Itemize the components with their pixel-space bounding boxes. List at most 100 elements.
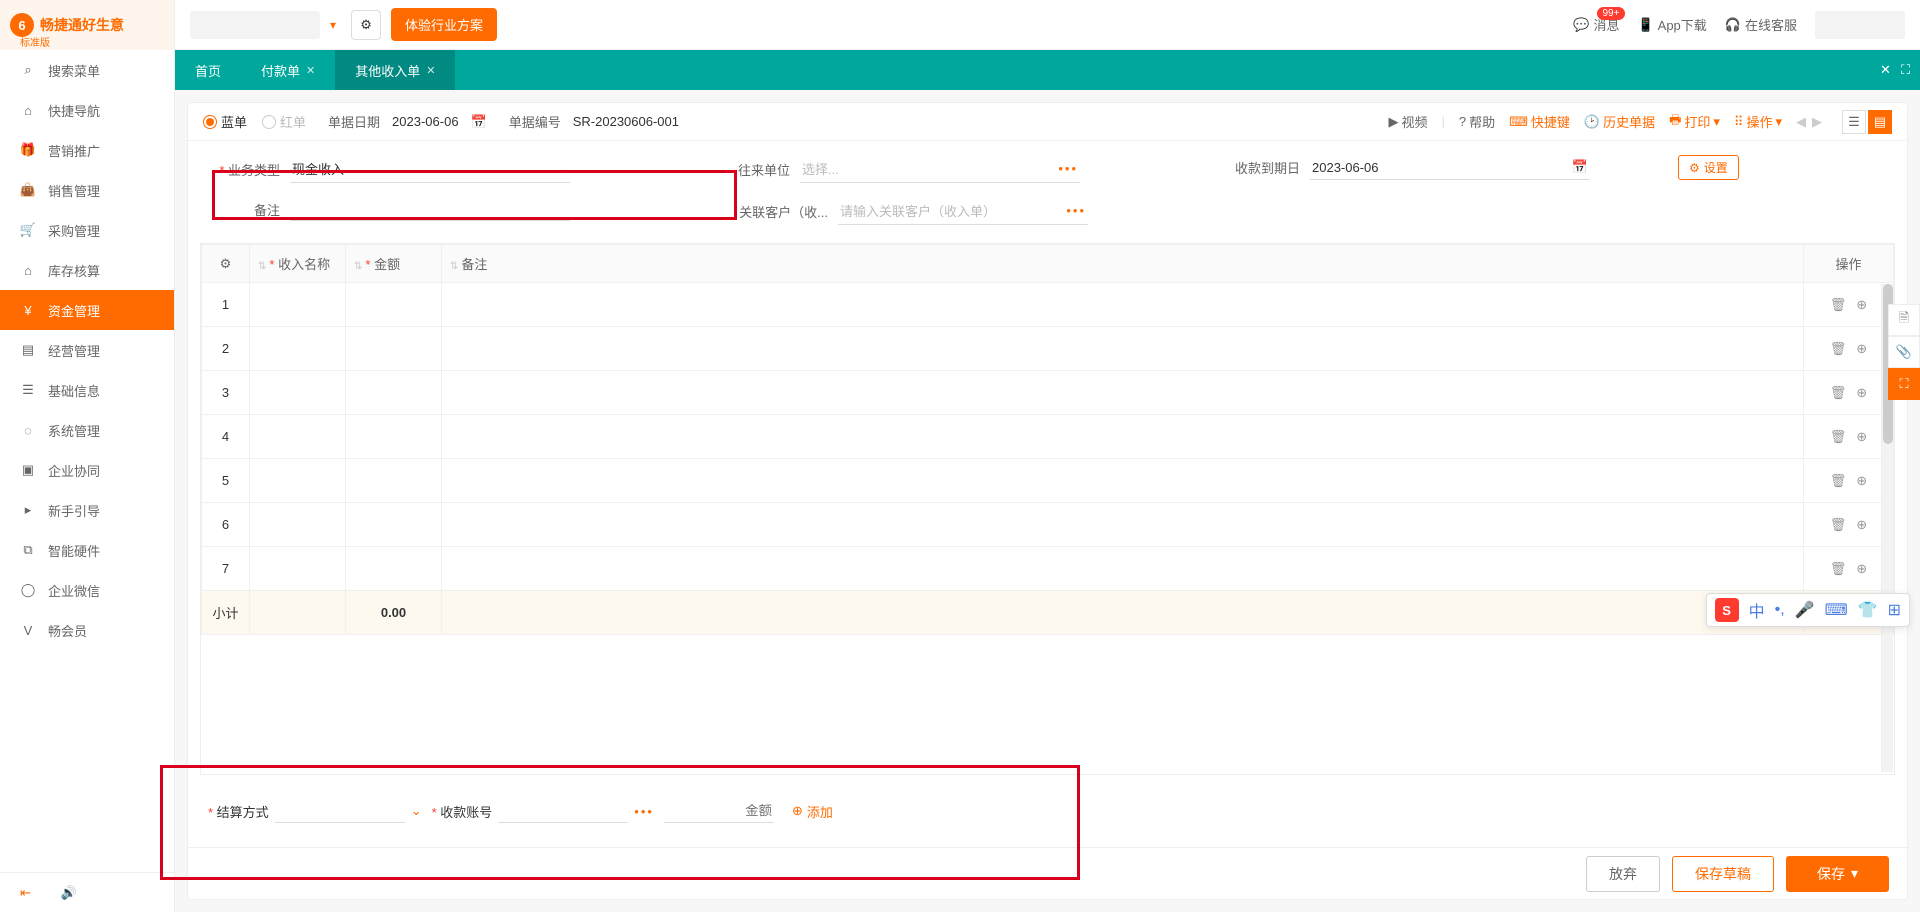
settings-button[interactable]: ⚙ bbox=[351, 10, 381, 40]
cell-income-name[interactable] bbox=[250, 283, 346, 327]
operate-action[interactable]: ⠿操作▾ bbox=[1734, 112, 1782, 131]
user-avatar[interactable] bbox=[1815, 11, 1905, 39]
delete-row-icon[interactable]: 🗑 bbox=[1830, 385, 1847, 401]
amount-input[interactable] bbox=[664, 799, 774, 823]
copy-row-icon[interactable]: ⊕ bbox=[1856, 297, 1867, 313]
sidebar-item-funds[interactable]: ¥资金管理 bbox=[0, 290, 174, 330]
save-button[interactable]: 保存▾ bbox=[1786, 856, 1889, 892]
ime-mic-icon[interactable]: 🎤 bbox=[1795, 600, 1815, 620]
account-input[interactable] bbox=[498, 799, 628, 823]
remark-input[interactable] bbox=[290, 197, 570, 221]
cell-remark[interactable] bbox=[442, 459, 1804, 503]
next-icon[interactable]: ▶ bbox=[1812, 114, 1822, 130]
side-tool-expand[interactable]: ⛶ bbox=[1888, 368, 1920, 400]
table-row[interactable]: 6 🗑 ⊕ bbox=[202, 503, 1894, 547]
collapse-icon[interactable]: ⇤ bbox=[20, 885, 31, 901]
copy-row-icon[interactable]: ⊕ bbox=[1856, 385, 1867, 401]
due-date-input[interactable]: 2023-06-06 📅 bbox=[1310, 155, 1590, 180]
header-remark[interactable]: ⇅备注 bbox=[442, 245, 1804, 283]
side-tool-note[interactable]: 🗎 bbox=[1888, 304, 1920, 336]
customer-select[interactable]: 请输入关联客户（收入单） ••• bbox=[838, 197, 1088, 225]
sidebar-item-inventory[interactable]: ⌂库存核算 bbox=[0, 250, 174, 290]
sidebar-item-vip[interactable]: V畅会员 bbox=[0, 610, 174, 650]
radio-blue[interactable]: 蓝单 bbox=[203, 112, 247, 131]
table-row[interactable]: 2 🗑 ⊕ bbox=[202, 327, 1894, 371]
sidebar-item-quicknav[interactable]: ⌂快捷导航 bbox=[0, 90, 174, 130]
table-row[interactable]: 5 🗑 ⊕ bbox=[202, 459, 1894, 503]
video-action[interactable]: ▶视频 bbox=[1388, 112, 1427, 131]
company-selector[interactable]: ▾ bbox=[190, 11, 336, 39]
sidebar-item-search[interactable]: ⌕搜索菜单 bbox=[0, 50, 174, 90]
help-action[interactable]: ?帮助 bbox=[1459, 112, 1495, 131]
fullscreen-icon[interactable]: ⛶ bbox=[1901, 62, 1910, 78]
sidebar-item-system[interactable]: ◌系统管理 bbox=[0, 410, 174, 450]
table-row[interactable]: 3 🗑 ⊕ bbox=[202, 371, 1894, 415]
sidebar-item-marketing[interactable]: 🎁营销推广 bbox=[0, 130, 174, 170]
cell-income-name[interactable] bbox=[250, 327, 346, 371]
copy-row-icon[interactable]: ⊕ bbox=[1856, 517, 1867, 533]
cell-remark[interactable] bbox=[442, 283, 1804, 327]
calendar-icon[interactable]: 📅 bbox=[471, 114, 487, 130]
header-amount[interactable]: ⇅金额 bbox=[346, 245, 442, 283]
ime-lang[interactable]: 中 bbox=[1749, 598, 1765, 622]
delete-row-icon[interactable]: 🗑 bbox=[1830, 517, 1847, 533]
delete-row-icon[interactable]: 🗑 bbox=[1830, 297, 1847, 313]
view-form-button[interactable]: ▤ bbox=[1868, 110, 1892, 134]
prev-icon[interactable]: ◀ bbox=[1796, 114, 1806, 130]
ime-toolbar[interactable]: S 中 •, 🎤 ⌨ 👕 ⊞ bbox=[1706, 593, 1910, 627]
view-list-button[interactable]: ☰ bbox=[1842, 110, 1866, 134]
ime-punct-icon[interactable]: •, bbox=[1775, 601, 1785, 619]
unit-select[interactable]: 选择... ••• bbox=[800, 155, 1080, 183]
cell-amount[interactable] bbox=[346, 547, 442, 591]
sidebar-item-collab[interactable]: ▣企业协同 bbox=[0, 450, 174, 490]
sidebar-item-operations[interactable]: ▤经营管理 bbox=[0, 330, 174, 370]
copy-row-icon[interactable]: ⊕ bbox=[1856, 429, 1867, 445]
cell-amount[interactable] bbox=[346, 415, 442, 459]
cell-income-name[interactable] bbox=[250, 415, 346, 459]
radio-red[interactable]: 红单 bbox=[262, 112, 306, 131]
cell-remark[interactable] bbox=[442, 327, 1804, 371]
close-icon[interactable]: ✕ bbox=[306, 64, 315, 77]
delete-row-icon[interactable]: 🗑 bbox=[1830, 341, 1847, 357]
add-settlement-button[interactable]: ⊕ 添加 bbox=[792, 802, 833, 821]
copy-row-icon[interactable]: ⊕ bbox=[1856, 561, 1867, 577]
table-settings-header[interactable]: ⚙ bbox=[202, 245, 250, 283]
table-row[interactable]: 7 🗑 ⊕ bbox=[202, 547, 1894, 591]
cell-income-name[interactable] bbox=[250, 459, 346, 503]
delete-row-icon[interactable]: 🗑 bbox=[1830, 473, 1847, 489]
header-income-name[interactable]: ⇅收入名称 bbox=[250, 245, 346, 283]
more-icon[interactable]: ••• bbox=[634, 804, 654, 819]
cell-remark[interactable] bbox=[442, 415, 1804, 459]
cell-amount[interactable] bbox=[346, 327, 442, 371]
cell-amount[interactable] bbox=[346, 459, 442, 503]
messages-link[interactable]: 💬 消息 99+ bbox=[1573, 15, 1619, 34]
biz-type-select[interactable]: 现金收入 ⌄ bbox=[290, 155, 570, 183]
copy-row-icon[interactable]: ⊕ bbox=[1856, 341, 1867, 357]
cta-button[interactable]: 体验行业方案 bbox=[391, 8, 497, 41]
date-value[interactable]: 2023-06-06 bbox=[392, 114, 459, 129]
sidebar-item-hardware[interactable]: ⧉智能硬件 bbox=[0, 530, 174, 570]
side-tool-attach[interactable]: 📎 bbox=[1888, 336, 1920, 368]
chevron-down-icon[interactable]: ⌄ bbox=[411, 803, 422, 819]
close-all-icon[interactable]: ✕ bbox=[1880, 62, 1891, 78]
sidebar-item-guide[interactable]: ▸新手引导 bbox=[0, 490, 174, 530]
support-link[interactable]: 🎧在线客服 bbox=[1725, 15, 1797, 34]
sidebar-item-purchase[interactable]: 🛒采购管理 bbox=[0, 210, 174, 250]
app-download-link[interactable]: 📱App下载 bbox=[1637, 15, 1706, 34]
sidebar-item-sales[interactable]: 👜销售管理 bbox=[0, 170, 174, 210]
settle-method-input[interactable] bbox=[275, 799, 405, 823]
delete-row-icon[interactable]: 🗑 bbox=[1830, 429, 1847, 445]
delete-row-icon[interactable]: 🗑 bbox=[1830, 561, 1847, 577]
tab-payment[interactable]: 付款单✕ bbox=[241, 50, 335, 90]
shortcut-action[interactable]: ⌨快捷键 bbox=[1509, 112, 1570, 131]
cell-amount[interactable] bbox=[346, 503, 442, 547]
cell-amount[interactable] bbox=[346, 371, 442, 415]
cell-remark[interactable] bbox=[442, 371, 1804, 415]
ime-skin-icon[interactable]: 👕 bbox=[1858, 600, 1878, 620]
close-icon[interactable]: ✕ bbox=[426, 64, 435, 77]
table-row[interactable]: 4 🗑 ⊕ bbox=[202, 415, 1894, 459]
table-row[interactable]: 1 🗑 ⊕ bbox=[202, 283, 1894, 327]
cell-amount[interactable] bbox=[346, 283, 442, 327]
discard-button[interactable]: 放弃 bbox=[1586, 856, 1660, 892]
cell-income-name[interactable] bbox=[250, 503, 346, 547]
